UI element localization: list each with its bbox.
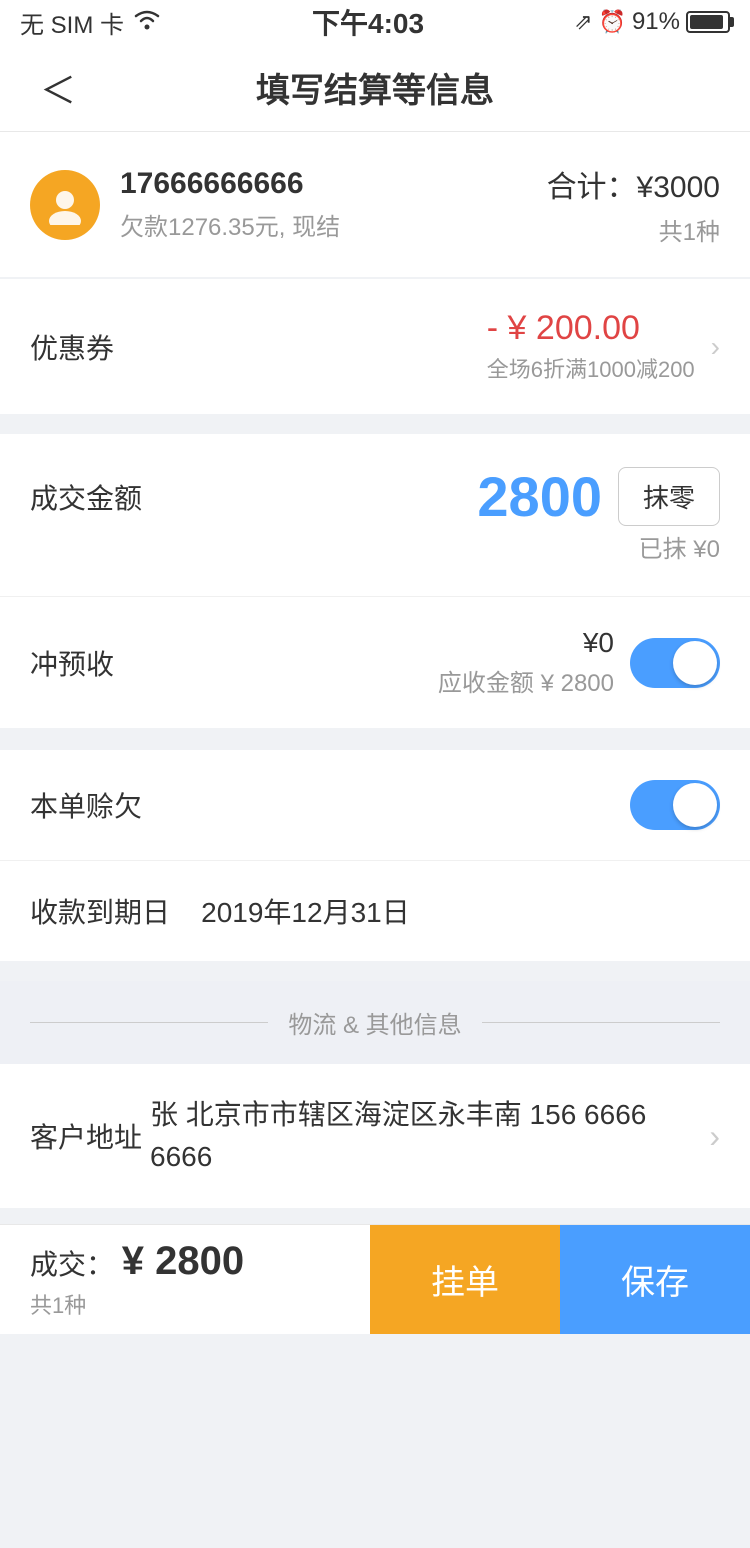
due-date-value: 2019年12月31日: [201, 897, 410, 928]
address-row[interactable]: 客户地址 张 北京市市辖区海淀区永丰南 156 6666 6666 ›: [0, 1064, 750, 1208]
amount-row: 成交金额 2800 抹零: [30, 464, 720, 529]
coupon-label: 优惠券: [30, 327, 114, 367]
wifi-icon: [132, 8, 162, 37]
save-button[interactable]: 保存: [560, 1225, 750, 1334]
status-time: 下午4:03: [312, 2, 424, 42]
round-button[interactable]: 抹零: [618, 467, 720, 526]
debt-toggle-knob: [673, 783, 717, 827]
transaction-section: 成交金额 2800 抹零 已抹 ¥0 冲预收 ¥0 应收金额 ¥ 2800: [0, 434, 750, 728]
section-gap-1: [0, 730, 750, 750]
bottom-deal-row: 成交： ¥ 2800: [30, 1239, 340, 1284]
customer-phone: 17666666666: [120, 167, 547, 201]
location-icon: ⇗: [574, 9, 592, 35]
amount-right: 2800 抹零: [477, 464, 720, 529]
toggle-knob: [673, 641, 717, 685]
prereceive-section: 冲预收 ¥0 应收金额 ¥ 2800: [0, 596, 750, 728]
content: 17666666666 欠款1276.35元, 现结 合计：¥3000 共1种 …: [0, 132, 750, 1548]
coupon-discount: - ¥ 200.00: [487, 309, 695, 348]
divider-line-left: [30, 1022, 268, 1023]
total-amount: 合计：¥3000: [547, 162, 720, 206]
coupon-right: - ¥ 200.00 全场6折满1000减200 ›: [487, 309, 720, 384]
customer-row: 17666666666 欠款1276.35元, 现结 合计：¥3000 共1种: [0, 132, 750, 277]
status-right: ⇗ ⏰ 91%: [574, 8, 730, 36]
pending-button[interactable]: 挂单: [370, 1225, 560, 1334]
debt-toggle[interactable]: [630, 780, 720, 830]
address-value: 张 北京市市辖区海淀区永丰南 156 6666 6666: [150, 1094, 699, 1178]
nav-bar: ＜ 填写结算等信息: [0, 44, 750, 132]
prereceive-sub: 应收金额 ¥ 2800: [438, 663, 614, 698]
chevron-right-icon: ›: [711, 331, 720, 363]
avatar: [30, 170, 100, 240]
page-title: 填写结算等信息: [256, 63, 494, 112]
battery-icon: [686, 11, 730, 33]
due-date-row: 收款到期日 2019年12月31日: [0, 860, 750, 961]
divider-line-right: [482, 1022, 720, 1023]
status-bar: 无 SIM 卡 下午4:03 ⇗ ⏰ 91%: [0, 0, 750, 44]
prereceive-row: 冲预收 ¥0 应收金额 ¥ 2800: [30, 627, 720, 698]
back-button[interactable]: ＜: [30, 52, 86, 124]
coupon-row[interactable]: 优惠券 - ¥ 200.00 全场6折满1000减200 ›: [0, 279, 750, 414]
address-chevron-icon: ›: [709, 1118, 720, 1155]
battery-percent: 91%: [632, 8, 680, 36]
bottom-deal-label: 成交：: [30, 1249, 114, 1280]
address-label: 客户地址: [30, 1116, 150, 1156]
coupon-sub: 全场6折满1000减200: [487, 352, 695, 384]
prereceive-toggle[interactable]: [630, 638, 720, 688]
amount-label: 成交金额: [30, 477, 142, 517]
customer-total: 合计：¥3000 共1种: [547, 162, 720, 247]
amount-value: 2800: [477, 464, 602, 529]
sim-text: 无 SIM 卡: [20, 5, 124, 40]
debt-row: 本单赊欠: [0, 750, 750, 860]
amount-sub: 已抹 ¥0: [639, 536, 720, 563]
alarm-icon: ⏰: [599, 9, 626, 35]
bottom-count: 共1种: [30, 1288, 340, 1320]
debt-label: 本单赊欠: [30, 785, 142, 825]
coupon-value: - ¥ 200.00 全场6折满1000减200: [487, 309, 695, 384]
bottom-bar: 成交： ¥ 2800 共1种 挂单 保存: [0, 1224, 750, 1334]
divider-text: 物流 & 其他信息: [288, 1005, 461, 1040]
prereceive-right: ¥0 应收金额 ¥ 2800: [438, 627, 720, 698]
section-divider: 物流 & 其他信息: [0, 981, 750, 1064]
due-date-label: 收款到期日 2019年12月31日: [30, 891, 410, 931]
bottom-amount: ¥ 2800: [122, 1239, 244, 1283]
total-count: 共1种: [547, 212, 720, 247]
prereceive-amount: ¥0: [438, 627, 614, 659]
status-left: 无 SIM 卡: [20, 5, 162, 40]
customer-info: 17666666666 欠款1276.35元, 现结: [120, 167, 547, 242]
customer-sub: 欠款1276.35元, 现结: [120, 207, 547, 242]
amount-section: 成交金额 2800 抹零 已抹 ¥0: [0, 434, 750, 594]
prereceive-label: 冲预收: [30, 643, 114, 683]
prereceive-amount-col: ¥0 应收金额 ¥ 2800: [438, 627, 614, 698]
bottom-info: 成交： ¥ 2800 共1种: [0, 1225, 370, 1334]
